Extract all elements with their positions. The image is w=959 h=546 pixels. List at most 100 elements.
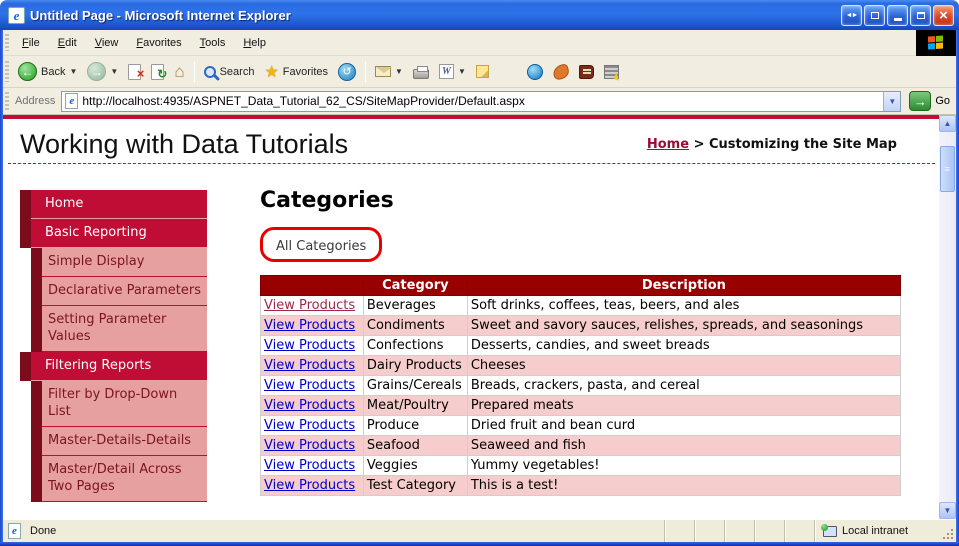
maximize-button[interactable] [910,4,931,26]
scroll-up-button[interactable]: ▲ [939,115,956,132]
edit-with-word-button[interactable]: W ▼ [434,61,471,82]
vertical-scrollbar[interactable]: ▲ ≡ ▼ [939,115,956,519]
menu-tools[interactable]: Tools [191,33,235,53]
description-cell: Desserts, candies, and sweet breads [466,335,902,356]
mail-icon [375,66,393,77]
sidebar-item-master-details-details[interactable]: Master-Details-Details [20,427,207,456]
go-button[interactable]: → Go [909,91,950,111]
scrollbar-thumb[interactable]: ≡ [940,146,955,192]
header-divider [8,163,935,164]
description-cell: Seaweed and fish [466,435,902,456]
sidebar-item-simple-display[interactable]: Simple Display [20,248,207,277]
close-button[interactable]: × [933,4,954,26]
toolbar-grip[interactable] [5,33,9,52]
all-categories-link[interactable]: All Categories [276,239,366,254]
toolbar-grip[interactable] [5,60,9,83]
view-products-link[interactable]: View Products [264,418,355,433]
address-dropdown-button[interactable]: ▼ [883,91,901,111]
sidebar-item-master-detail-two-pages[interactable]: Master/Detail Across Two Pages [20,456,207,502]
view-products-link[interactable]: View Products [264,478,355,493]
discuss-button[interactable] [471,62,494,81]
table-row: View Products Condiments Sweet and savor… [260,315,902,336]
minimize-button[interactable] [887,4,908,26]
search-label: Search [219,65,255,78]
messenger-button[interactable] [522,61,548,83]
sidebar-item-basic-reporting[interactable]: Basic Reporting [20,219,207,248]
view-products-link[interactable]: View Products [264,298,355,313]
sidebar-item-filtering-reports[interactable]: Filtering Reports [20,352,207,381]
toolbar-grip[interactable] [5,91,9,111]
address-label: Address [15,95,56,107]
forward-button[interactable]: → ▼ [82,59,123,84]
chevron-down-icon: ▼ [395,67,403,76]
sidebar-item-label: Simple Display [42,248,207,277]
local-intranet-icon [821,523,837,537]
view-products-link[interactable]: View Products [264,378,355,393]
sidebar-item-setting-parameter-values[interactable]: Setting Parameter Values [20,306,207,352]
back-button[interactable]: ← Back ▼ [13,59,82,84]
category-cell: Beverages [362,295,468,316]
pan-arrows-button[interactable]: ◄► [841,4,862,26]
menu-marker [31,277,42,306]
column-header-actions [260,275,364,296]
refresh-button[interactable]: ↻ [146,61,169,83]
table-header-row: Category Description [260,275,902,296]
addon-button[interactable] [548,62,574,82]
print-button[interactable] [408,62,434,82]
menu-favorites[interactable]: Favorites [127,33,190,53]
view-products-link[interactable]: View Products [264,318,355,333]
view-products-link[interactable]: View Products [264,338,355,353]
table-row: View Products Veggies Yummy vegetables! [260,455,902,476]
forward-icon: → [87,62,107,81]
view-products-link[interactable]: View Products [264,458,355,473]
sidebar-item-declarative-parameters[interactable]: Declarative Parameters [20,277,207,306]
menu-help[interactable]: Help [234,33,275,53]
left-right-arrows-icon: ◄► [845,11,859,19]
breadcrumb-current: Customizing the Site Map [709,137,897,152]
page-title: Categories [260,188,394,213]
stop-button[interactable]: × [123,61,146,83]
table-row: View Products Confections Desserts, cand… [260,335,902,356]
scroll-down-button[interactable]: ▼ [939,502,956,519]
research-button[interactable] [574,62,599,82]
history-icon: ↺ [338,62,357,81]
table-row: View Products Meat/Poultry Prepared meat… [260,395,902,416]
category-cell: Veggies [362,455,468,476]
breadcrumb: Home > Customizing the Site Map [647,137,897,152]
menu-marker [20,190,31,219]
status-pane [724,520,754,542]
go-label: Go [935,95,950,107]
menu-file[interactable]: File [13,33,49,53]
breadcrumb-home-link[interactable]: Home [647,137,689,152]
description-cell: Yummy vegetables! [466,455,902,476]
resize-grip[interactable] [942,520,956,542]
history-button[interactable]: ↺ [333,60,361,84]
categories-table: Category Description View Products Bever… [260,275,902,496]
address-input[interactable]: e http://localhost:4935/ASPNET_Data_Tuto… [61,90,902,112]
description-cell: Dried fruit and bean curd [466,415,902,436]
sidebar-item-home[interactable]: Home [20,190,207,219]
favorites-button[interactable]: ★ Favorites [259,59,333,85]
view-products-link[interactable]: View Products [264,398,355,413]
home-button[interactable]: ⌂ [169,59,189,85]
view-products-link[interactable]: View Products [264,438,355,453]
menu-marker [31,306,42,352]
category-cell: Test Category [362,475,468,496]
standard-toolbar: ← Back ▼ → ▼ × ↻ ⌂ Search ★ Favorites ↺ [3,56,956,88]
binary-bolt-icon [603,64,619,79]
back-icon: ← [18,62,37,81]
page-top-accent-bar [3,115,939,119]
menu-marker [20,219,31,248]
menu-view[interactable]: View [86,33,128,53]
favorites-star-icon: ★ [264,63,279,81]
status-text: Done [30,525,57,537]
sidebar-item-filter-by-dropdown-list[interactable]: Filter by Drop-Down List [20,381,207,427]
search-button[interactable]: Search [199,63,260,81]
view-products-link[interactable]: View Products [264,358,355,373]
mail-button[interactable]: ▼ [370,63,408,80]
encoder-button[interactable] [599,62,624,82]
menu-edit[interactable]: Edit [49,33,86,53]
sidebar-item-label: Basic Reporting [31,219,207,248]
popout-button[interactable] [864,4,885,26]
toolbar-separator [365,60,367,83]
